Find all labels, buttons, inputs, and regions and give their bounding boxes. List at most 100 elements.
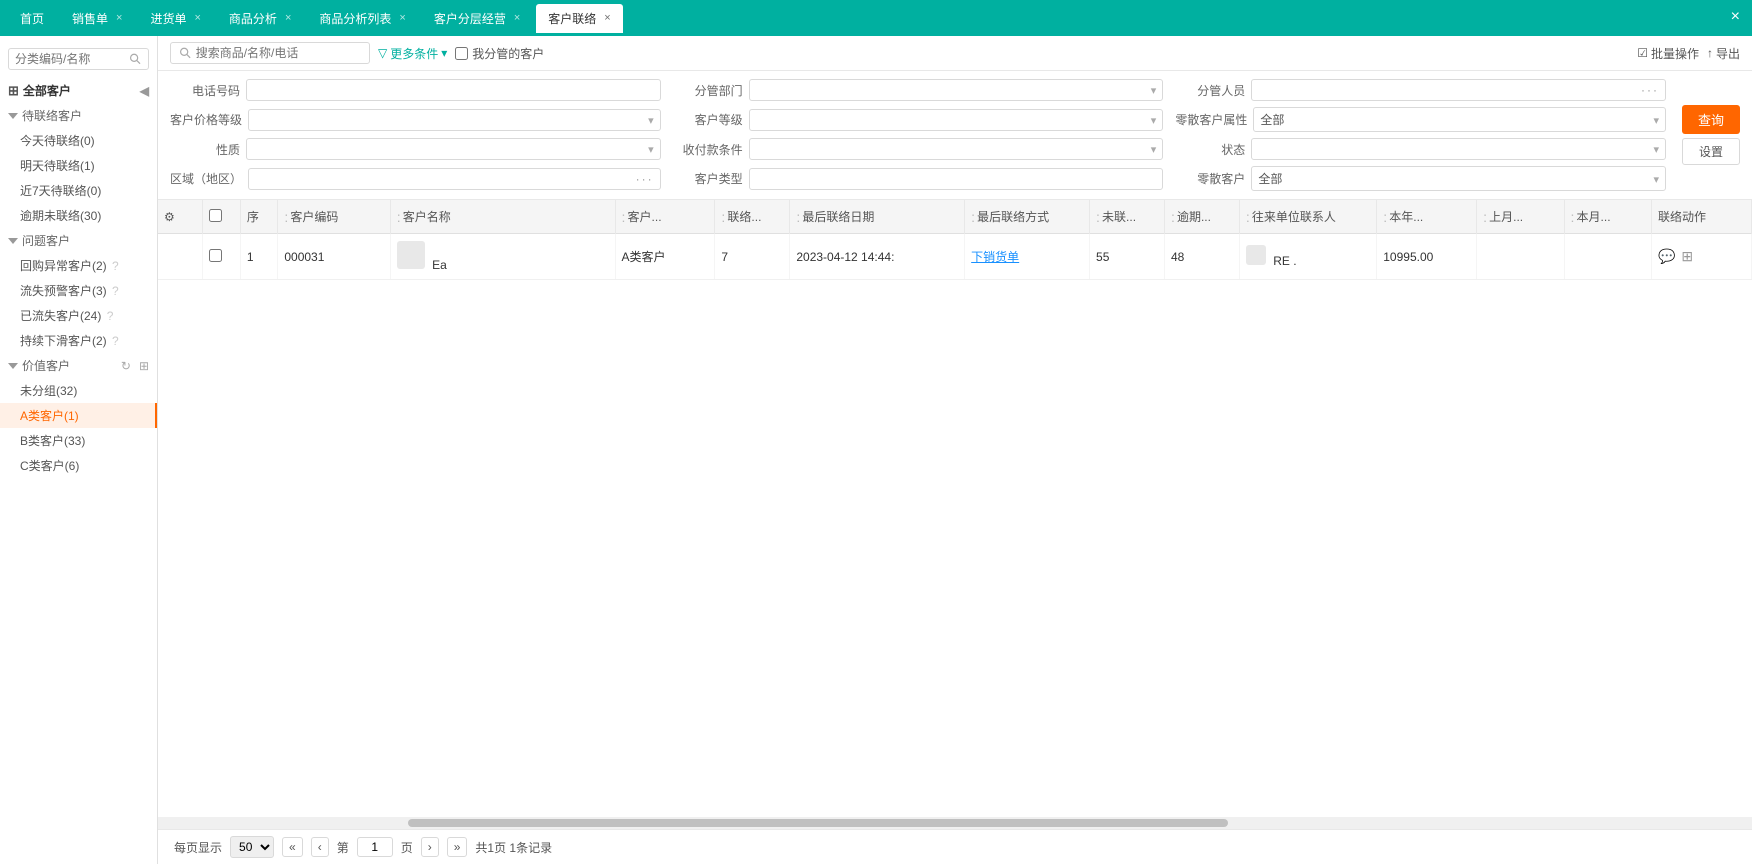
sidebar-item-churned[interactable]: 已流失客户(24) ? [0,303,157,328]
customer-table: ⚙ 序 : 客户编码 [158,200,1752,280]
nav-customer-tier[interactable]: 客户分层经营 × [422,4,532,33]
filter-retail-customer-select[interactable]: 全部 [1251,166,1666,191]
col-no-contact-header[interactable]: : 未联... [1090,200,1165,234]
sidebar-item-ungrouped[interactable]: 未分组(32) [0,378,157,403]
row-last-method-cell[interactable]: 下销货单 [965,234,1090,280]
filter-region-select[interactable]: ··· [248,168,661,190]
close-purchase-tab[interactable]: × [194,12,200,24]
nav-purchase[interactable]: 进货单 × [138,4,212,33]
filter-manager-input[interactable]: ··· [1251,79,1666,101]
col-index-header: 序 [240,200,277,234]
close-customer-tier-tab[interactable]: × [514,12,520,24]
row-checkbox-cell[interactable] [203,234,240,280]
my-customers-input[interactable] [455,47,468,60]
sidebar-item-tomorrow-contact[interactable]: 明天待联络(1) [0,153,157,178]
group-problem-customer[interactable]: 问题客户 [0,228,157,253]
filter-retail-attr-select[interactable]: 全部 [1253,107,1666,132]
filter-phone-input[interactable] [246,79,661,101]
sidebar-item-a-customers[interactable]: A类客户(1) [0,403,157,428]
col-last-date-header[interactable]: : 最后联络日期 [790,200,965,234]
filter-customer-level-select[interactable] [749,109,1164,131]
top-nav: 首页 销售单 × 进货单 × 商品分析 × 商品分析列表 × 客户分层经营 × … [0,0,1752,36]
filter-price-tier-select[interactable] [248,109,661,131]
filter-price-tier-label: 客户价格等级 [170,111,242,128]
sidebar: ⊞ 全部客户 ◀ 待联络客户 今天待联络(0) 明天待联络(1) 近7天待联络(… [0,36,158,864]
select-all-checkbox[interactable] [209,209,222,222]
col-last-method-header[interactable]: : 最后联络方式 [965,200,1090,234]
export-btn[interactable]: ↑ 导出 [1707,45,1740,62]
horizontal-scrollbar[interactable] [158,817,1752,829]
col-code-header[interactable]: : 客户编码 [278,200,390,234]
query-button[interactable]: 查询 [1682,105,1740,134]
filter-dept-select[interactable] [749,79,1164,101]
more-filters-btn[interactable]: ▽ 更多条件 ▾ [378,45,447,62]
col-level-header[interactable]: : 客户... [615,200,715,234]
my-customers-checkbox[interactable]: 我分管的客户 [455,45,544,62]
nav-home[interactable]: 首页 [8,4,56,33]
group-pending-contact[interactable]: 待联络客户 [0,103,157,128]
filter-payment-select[interactable] [749,138,1164,160]
close-customer-contact-tab[interactable]: × [604,12,610,24]
filter-manager-dots[interactable]: ··· [1641,83,1659,97]
last-page-btn[interactable]: » [447,837,468,857]
add-value-group-icon[interactable]: ⊞ [139,359,149,373]
filter-payment-label: 收付款条件 [673,141,743,158]
col-contact-header[interactable]: : 联络... [715,200,790,234]
nav-sales[interactable]: 销售单 × [60,4,134,33]
first-page-btn[interactable]: « [282,837,303,857]
refresh-value-group-icon[interactable]: ↻ [121,359,131,373]
chat-icon[interactable]: 💬 [1658,248,1675,265]
page-size-select[interactable]: 50 [230,836,274,858]
col-this-year-header[interactable]: : 本年... [1377,200,1477,234]
adv-filters: 电话号码 分管部门 分管人员 [158,71,1752,200]
sidebar-item-declining[interactable]: 持续下滑客户(2) ? [0,328,157,353]
row-checkbox[interactable] [209,249,222,262]
sidebar-search-input[interactable] [15,52,129,66]
filter-phone: 电话号码 [170,79,661,101]
prev-page-btn[interactable]: ‹ [311,837,329,857]
sidebar-item-churn-warning[interactable]: 流失预警客户(3) ? [0,278,157,303]
sidebar-item-overdue-contact[interactable]: 逾期未联络(30) [0,203,157,228]
close-all-btn[interactable]: × [1731,8,1740,26]
close-sales-tab[interactable]: × [116,12,122,24]
next-page-btn[interactable]: › [421,837,439,857]
grid-action-icon[interactable]: ⊞ [1681,248,1693,265]
sidebar-item-repurchase-abnormal[interactable]: 回购异常客户(2) ? [0,253,157,278]
close-product-analysis-tab[interactable]: × [285,12,291,24]
filter-nature-select[interactable] [246,138,661,160]
nav-customer-contact[interactable]: 客户联络 × [536,4,622,33]
col-checkbox[interactable] [203,200,240,234]
col-name-header[interactable]: : 客户名称 [390,200,615,234]
filter-bar: ▽ 更多条件 ▾ 我分管的客户 ☑ 批量操作 ↑ 导出 [158,36,1752,71]
nav-product-list[interactable]: 商品分析列表 × [307,4,417,33]
filter-row-4: 区域（地区） ··· 客户类型 零散客户 [170,166,1666,191]
batch-op-btn[interactable]: ☑ 批量操作 [1637,45,1699,62]
filter-customer-type-input[interactable] [749,168,1164,190]
filter-region-dots[interactable]: ··· [636,172,654,186]
nav-product-analysis[interactable]: 商品分析 × [217,4,303,33]
page-input[interactable] [357,837,393,857]
sidebar-item-c-customers[interactable]: C类客户(6) [0,453,157,478]
filter-retail-attr: 零散客户属性 全部 [1175,107,1666,132]
sidebar-item-7day-contact[interactable]: 近7天待联络(0) [0,178,157,203]
scrollbar-thumb[interactable] [408,819,1228,827]
col-last-month-header[interactable]: : 上月... [1477,200,1564,234]
sidebar-collapse-btn[interactable]: ◀ [140,84,149,98]
filter-manager-label: 分管人员 [1175,82,1245,99]
col-overdue-header[interactable]: : 逾期... [1164,200,1239,234]
sidebar-item-b-customers[interactable]: B类客户(33) [0,428,157,453]
close-product-list-tab[interactable]: × [399,12,405,24]
sidebar-search-box[interactable] [8,48,149,70]
sidebar-item-today-contact[interactable]: 今天待联络(0) [0,128,157,153]
filter-search-box[interactable] [170,42,370,64]
col-this-month-header[interactable]: : 本月... [1564,200,1651,234]
col-settings[interactable]: ⚙ [158,200,203,234]
filter-price-tier-chevron [648,113,654,127]
settings-button[interactable]: 设置 [1682,138,1740,165]
filter-status-select[interactable] [1251,138,1666,160]
all-customers-header[interactable]: ⊞ 全部客户 ◀ [0,78,157,103]
filter-search-input[interactable] [196,46,361,60]
col-contact-person-header[interactable]: : 往来单位联系人 [1239,200,1376,234]
group-value-customer[interactable]: 价值客户 ↻ ⊞ [0,353,157,378]
filter-phone-label: 电话号码 [170,82,240,99]
